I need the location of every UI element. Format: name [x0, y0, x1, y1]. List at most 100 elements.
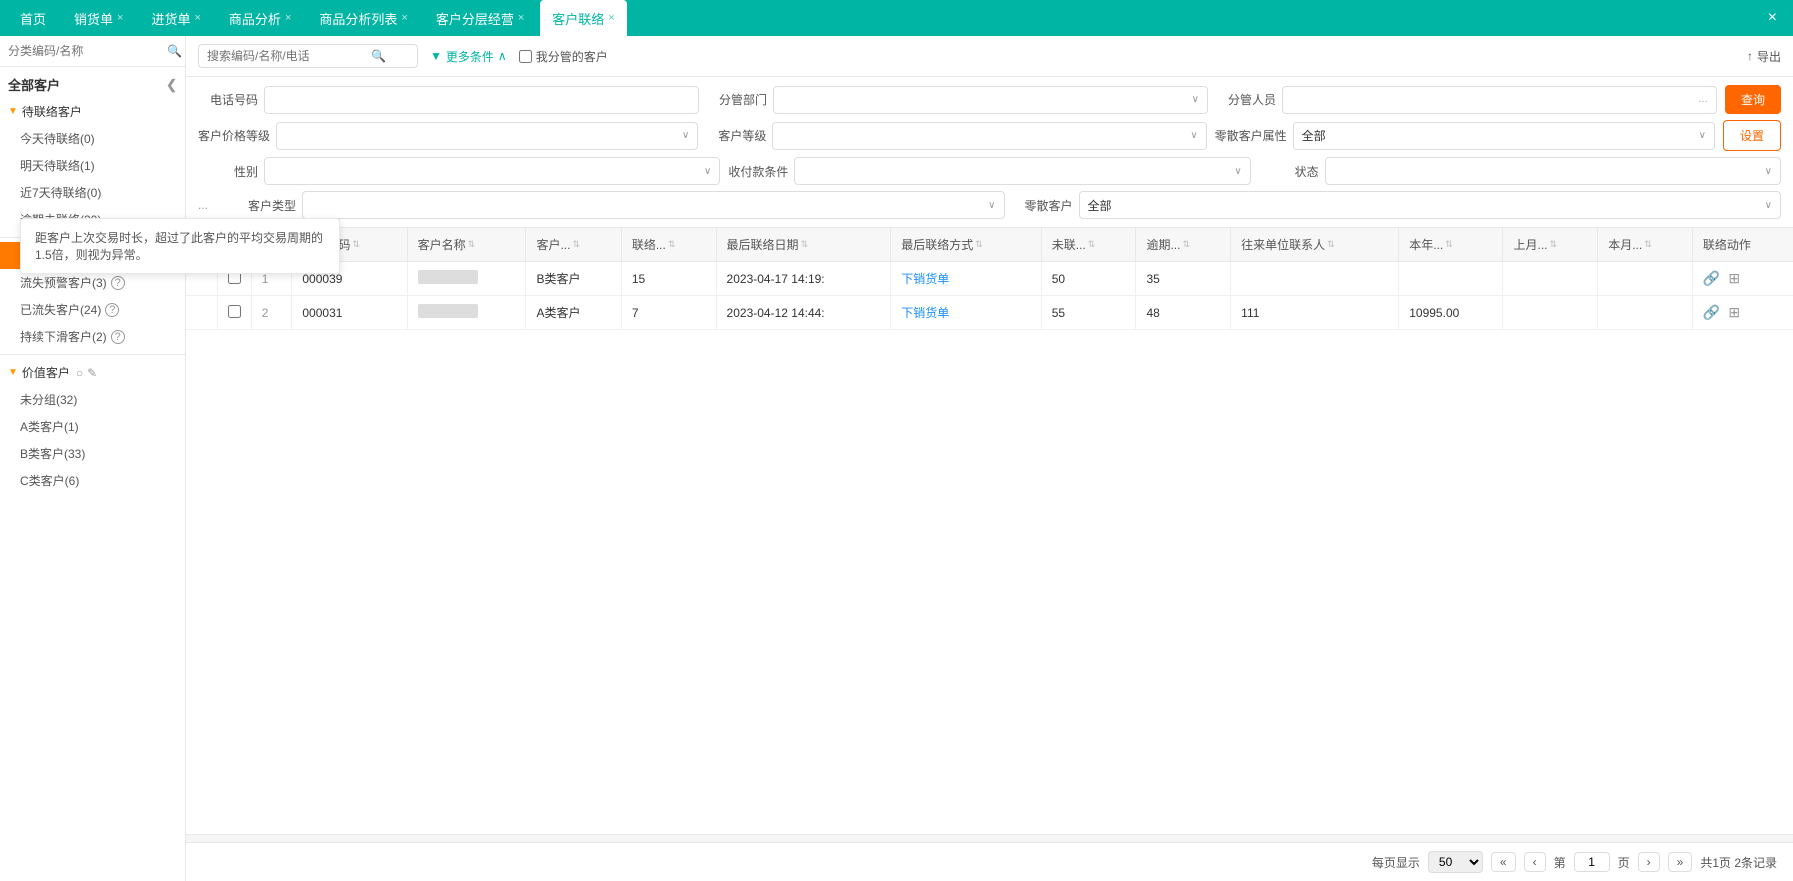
phone-input[interactable]	[264, 86, 699, 114]
row1-grid-icon[interactable]: ⊞	[1728, 270, 1740, 287]
value-group-circle-icon[interactable]: ○	[76, 366, 83, 380]
row2-checkbox-cell[interactable]	[217, 296, 251, 330]
col-overdue[interactable]: 逾期... ⇅	[1136, 228, 1231, 262]
dept-select[interactable]: ∨	[773, 86, 1208, 114]
row1-contacts: 15	[621, 262, 716, 296]
retail-customer-select[interactable]: 全部 ∨	[1079, 191, 1782, 219]
page-input[interactable]	[1574, 852, 1610, 872]
gender-select[interactable]: ∨	[264, 157, 720, 185]
tab-product-analysis-list[interactable]: 商品分析列表 ×	[307, 0, 419, 36]
row2-not-contacted: 55	[1041, 296, 1136, 330]
col-not-contacted[interactable]: 未联... ⇅	[1041, 228, 1136, 262]
row2-last-contact-method-link[interactable]: 下销货单	[901, 306, 949, 320]
row2-checkbox[interactable]	[228, 305, 241, 318]
row2-last-month	[1503, 296, 1598, 330]
table-header-row: ⚙ # 客户编码 ⇅ 客户名称	[186, 228, 1793, 262]
row2-code: 000031	[292, 296, 407, 330]
filter-row-3: 性别 ∨ 收付款条件 ∨ 状态	[198, 157, 1781, 185]
retail-attr-select[interactable]: 全部 ∨	[1293, 122, 1715, 150]
query-button[interactable]: 查询	[1725, 85, 1781, 114]
col-this-month[interactable]: 本月... ⇅	[1598, 228, 1693, 262]
settings-button[interactable]: 设置	[1723, 120, 1781, 151]
col-contacts[interactable]: 联络... ⇅	[621, 228, 716, 262]
tab-customer-tiered[interactable]: 客户分层经营 ×	[424, 0, 536, 36]
next-page-button[interactable]: ›	[1638, 852, 1660, 872]
sidebar-collapse-icon[interactable]: ❮	[166, 77, 177, 93]
row2-unit-contacts: 111	[1231, 296, 1399, 330]
total-records-label: 共1页 2条记录	[1700, 854, 1777, 871]
customer-grade-chevron: ∨	[1190, 130, 1197, 141]
row1-last-contact-method-link[interactable]: 下销货单	[901, 272, 949, 286]
filter-row-1: 电话号码 分管部门 ∨ 分管人员 … 查询	[198, 85, 1781, 114]
tab-customer-contact-close[interactable]: ×	[608, 12, 614, 24]
sidebar-item-a-class[interactable]: A类客户(1)	[0, 413, 185, 440]
sidebar-item-today-pending[interactable]: 今天待联络(0)	[0, 125, 185, 152]
tab-customer-tiered-close[interactable]: ×	[518, 12, 524, 24]
price-grade-label: 客户价格等级	[198, 127, 270, 144]
tab-home[interactable]: 首页	[8, 0, 58, 36]
price-grade-select[interactable]: ∨	[276, 122, 698, 150]
sidebar-group-pending-contact[interactable]: ▼ 待联络客户	[0, 98, 185, 125]
tab-purchase-order[interactable]: 进货单 ×	[139, 0, 212, 36]
last-page-button[interactable]: »	[1668, 852, 1693, 872]
status-select[interactable]: ∨	[1325, 157, 1781, 185]
sidebar-item-b-class[interactable]: B类客户(33)	[0, 440, 185, 467]
per-page-select[interactable]: 50 20 100	[1428, 851, 1483, 873]
tab-sales-order-close[interactable]: ×	[117, 12, 123, 24]
sidebar-search-input[interactable]	[8, 44, 163, 58]
horizontal-scrollbar[interactable]	[186, 834, 1793, 842]
value-group-edit-icon[interactable]: ✎	[87, 366, 97, 380]
tab-purchase-order-close[interactable]: ×	[194, 12, 200, 24]
filter-more-dots: ...	[198, 198, 228, 212]
search-input-icon[interactable]: 🔍	[371, 49, 386, 63]
row2-grid-icon[interactable]: ⊞	[1728, 304, 1740, 321]
first-page-button[interactable]: «	[1491, 852, 1516, 872]
more-filter-button[interactable]: ▼ 更多条件 ∧	[430, 48, 507, 65]
table-row: 1 000039 B类客户 15 2023-04-17 14:19: 下销货单 …	[186, 262, 1793, 296]
col-last-month[interactable]: 上月... ⇅	[1503, 228, 1598, 262]
col-last-contact-method[interactable]: 最后联络方式 ⇅	[891, 228, 1041, 262]
price-grade-chevron: ∨	[682, 130, 689, 141]
payment-select[interactable]: ∨	[794, 157, 1250, 185]
sidebar-item-c-class[interactable]: C类客户(6)	[0, 467, 185, 494]
col-grade[interactable]: 客户... ⇅	[526, 228, 621, 262]
nav-close-button[interactable]: ×	[1760, 9, 1785, 27]
col-customer-name[interactable]: 客户名称 ⇅	[407, 228, 526, 262]
table-row: 2 000031 A类客户 7 2023-04-12 14:44: 下销货单 5…	[186, 296, 1793, 330]
filter-icon: ▼	[430, 49, 442, 63]
retail-customer-label: 零散客户	[1013, 197, 1073, 214]
export-button[interactable]: ↑ 导出	[1747, 48, 1781, 65]
col-unit-contacts[interactable]: 往来单位联系人 ⇅	[1231, 228, 1399, 262]
tab-customer-contact[interactable]: 客户联络 ×	[540, 0, 626, 36]
page-suffix: 页	[1618, 854, 1630, 871]
row1-link-icon[interactable]: 🔗	[1703, 270, 1720, 287]
filter-more-button[interactable]: ...	[198, 198, 208, 212]
tooltip-popup: 距客户上次交易时长，超过了此客户的平均交易周期的1.5倍，则视为异常。	[186, 218, 340, 274]
my-customer-checkbox-wrap[interactable]: 我分管的客户	[519, 48, 608, 65]
sidebar-item-tomorrow-pending[interactable]: 明天待联络(1)	[0, 152, 185, 179]
sort-icon-not-contacted: ⇅	[1088, 239, 1096, 250]
row2-name-blur	[418, 304, 478, 318]
tab-product-analysis-close[interactable]: ×	[285, 12, 291, 24]
row2-link-icon[interactable]: 🔗	[1703, 304, 1720, 321]
prev-page-button[interactable]: ‹	[1524, 852, 1546, 872]
sidebar-item-declining[interactable]: 持续下滑客户(2) ?	[0, 323, 185, 350]
customer-grade-select[interactable]: ∨	[772, 122, 1206, 150]
sidebar-item-churned[interactable]: 已流失客户(24) ?	[0, 296, 185, 323]
sidebar-item-ungrouped[interactable]: 未分组(32)	[0, 386, 185, 413]
my-customer-checkbox[interactable]	[519, 50, 532, 63]
bottom-bar: 每页显示 50 20 100 « ‹ 第 页 › » 共1页 2条记录	[186, 842, 1793, 881]
customer-type-select[interactable]: ∨	[302, 191, 1005, 219]
sort-icon-last-date: ⇅	[801, 239, 809, 250]
tab-product-analysis[interactable]: 商品分析 ×	[217, 0, 303, 36]
search-input[interactable]	[207, 49, 367, 63]
col-this-year[interactable]: 本年... ⇅	[1399, 228, 1503, 262]
sidebar-item-7days-pending[interactable]: 近7天待联络(0)	[0, 179, 185, 206]
col-last-contact-date[interactable]: 最后联络日期 ⇅	[716, 228, 891, 262]
tab-sales-order[interactable]: 销货单 ×	[62, 0, 135, 36]
tab-product-analysis-list-close[interactable]: ×	[401, 12, 407, 24]
filter-field-status: 状态 ∨	[1259, 157, 1781, 185]
manager-select[interactable]: …	[1282, 86, 1717, 114]
row2-this-month	[1598, 296, 1693, 330]
sidebar-search-icon[interactable]: 🔍	[167, 44, 182, 58]
